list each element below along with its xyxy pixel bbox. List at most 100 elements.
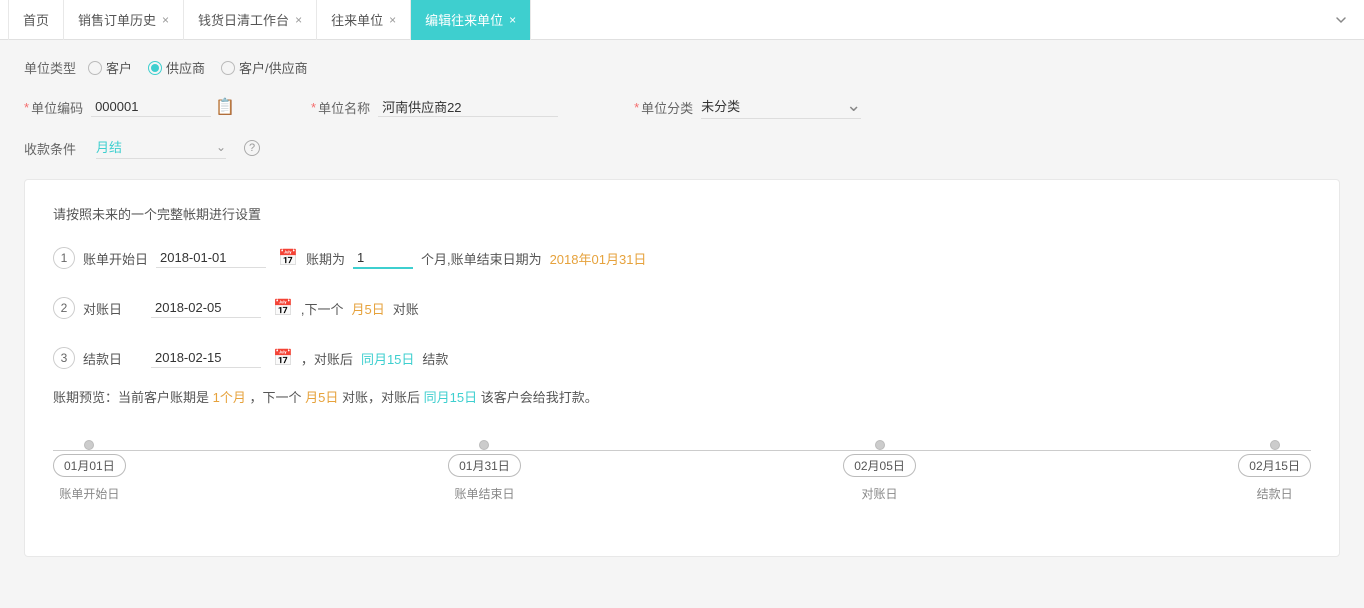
preview-sep1: ，下一个 [250, 390, 302, 405]
tab-cash-work-label: 钱货日清工作台 [198, 10, 289, 29]
timeline-items: 01月01日 账单开始日 01月31日 账单结束日 02月05日 对账日 [53, 440, 1311, 502]
calendar-icon-3[interactable]: 📅 [273, 348, 293, 368]
radio-supplier-label: 供应商 [166, 58, 205, 77]
tabs-bar: 首页 销售订单历史 × 钱货日清工作台 × 往来单位 × 编辑往来单位 × [0, 0, 1364, 40]
step-period-num[interactable] [353, 248, 413, 269]
timeline-badge-2: 02月05日 [843, 454, 916, 477]
payment-condition-select[interactable]: 月结 ⌄ [96, 137, 226, 159]
step-num-1: 1 [53, 247, 75, 269]
timeline-item-2: 02月05日 对账日 [843, 440, 916, 502]
close-cash-work[interactable]: × [295, 14, 302, 26]
tabs-expand-button[interactable] [1326, 13, 1356, 27]
step-num-2: 2 [53, 297, 75, 319]
section-instruction: 请按照未来的一个完整帐期进行设置 [53, 204, 1311, 223]
timeline-item-1: 01月31日 账单结束日 [448, 440, 521, 502]
unit-name-group: * 单位名称 [311, 97, 558, 117]
page-content: 单位类型 客户 供应商 客户/供应商 * 单位编码 📋 * 单位名称 [0, 40, 1364, 608]
step-date-1[interactable] [156, 248, 266, 268]
timeline-item-3: 02月15日 结款日 [1238, 440, 1311, 502]
payment-condition-value: 月结 [96, 137, 216, 156]
period-settings-section: 请按照未来的一个完整帐期进行设置 1 账单开始日 📅 账期为 个月,账单结束日期… [24, 179, 1340, 557]
step-row-2: 2 对账日 📅 ,下一个 月5日 对账 [53, 297, 1311, 319]
timeline-dot-1 [479, 440, 489, 450]
timeline-dot-0 [84, 440, 94, 450]
tab-sales-history-label: 销售订单历史 [78, 10, 156, 29]
radio-customer-label: 客户 [106, 58, 132, 77]
close-partners[interactable]: × [389, 14, 396, 26]
close-sales-history[interactable]: × [162, 14, 169, 26]
tab-home[interactable]: 首页 [8, 0, 64, 40]
unit-name-star: * [311, 100, 316, 115]
step-1-end-date: 2018年01月31日 [550, 249, 647, 268]
unit-type-row: 单位类型 客户 供应商 客户/供应商 [24, 58, 1340, 77]
unit-category-label: 单位分类 [641, 98, 693, 117]
unit-name-label: 单位名称 [318, 98, 370, 117]
step-num-3: 3 [53, 347, 75, 369]
step-1-suffix: 个月,账单结束日期为 [421, 249, 542, 268]
unit-category-group: * 单位分类 未分类 ⌄ [634, 95, 861, 119]
step-label-3: 结款日 [83, 349, 143, 368]
timeline-badge-1: 01月31日 [448, 454, 521, 477]
timeline-badge-3: 02月15日 [1238, 454, 1311, 477]
calendar-icon-2[interactable]: 📅 [273, 298, 293, 318]
preview-end: 该客户会给我打款。 [481, 390, 598, 405]
unit-category-value: 未分类 [701, 96, 846, 115]
unit-code-group: * 单位编码 📋 [24, 97, 235, 117]
unit-type-radio-group: 客户 供应商 客户/供应商 [88, 58, 308, 77]
step-3-suffix: 结款 [422, 349, 448, 368]
unit-code-label: 单位编码 [31, 98, 83, 117]
timeline-sublabel-0: 账单开始日 [59, 485, 119, 502]
step-1-extra-label: 账期为 [306, 249, 345, 268]
timeline-sublabel-1: 账单结束日 [454, 485, 514, 502]
preview-3: 同月15日 [424, 390, 477, 405]
payment-condition-chevron[interactable]: ⌄ [216, 140, 226, 154]
step-row-1: 1 账单开始日 📅 账期为 个月,账单结束日期为 2018年01月31日 [53, 247, 1311, 269]
timeline: 01月01日 账单开始日 01月31日 账单结束日 02月05日 对账日 [53, 430, 1311, 532]
payment-condition-row: 收款条件 月结 ⌄ ? [24, 137, 1340, 159]
timeline-dot-2 [875, 440, 885, 450]
step-date-2[interactable] [151, 298, 261, 318]
calendar-icon-1[interactable]: 📅 [278, 248, 298, 268]
step-2-highlight: 月5日 [352, 299, 385, 318]
step-row-3: 3 结款日 📅 ，对账后 同月15日 结款 [53, 347, 1311, 369]
step-label-1: 账单开始日 [83, 249, 148, 268]
unit-fields-row: * 单位编码 📋 * 单位名称 * 单位分类 未分类 ⌄ [24, 95, 1340, 119]
preview-text: 账期预览：当前客户账期是 1个月 ，下一个 月5日 对账，对账后 同月15日 该… [53, 387, 1311, 406]
radio-customer-supplier-circle [221, 61, 235, 75]
unit-type-label: 单位类型 [24, 58, 76, 77]
timeline-item-0: 01月01日 账单开始日 [53, 440, 126, 502]
step-2-prefix: ,下一个 [301, 299, 344, 318]
timeline-dot-3 [1270, 440, 1280, 450]
tab-edit-partner[interactable]: 编辑往来单位 × [411, 0, 531, 40]
tab-cash-work[interactable]: 钱货日清工作台 × [184, 0, 317, 40]
radio-supplier-circle [148, 61, 162, 75]
timeline-sublabel-2: 对账日 [862, 485, 898, 502]
unit-name-input[interactable] [378, 97, 558, 117]
preview-sep2: 对账，对账后 [342, 390, 420, 405]
radio-customer-circle [88, 61, 102, 75]
step-3-highlight: 同月15日 [361, 349, 414, 368]
preview-label: 账期预览：当前客户账期是 [53, 390, 209, 405]
step-3-prefix: ，对账后 [301, 349, 353, 368]
unit-category-select[interactable]: 未分类 ⌄ [701, 95, 861, 119]
unit-category-star: * [634, 100, 639, 115]
tab-sales-history[interactable]: 销售订单历史 × [64, 0, 184, 40]
step-label-2: 对账日 [83, 299, 143, 318]
copy-icon[interactable]: 📋 [215, 97, 235, 117]
timeline-sublabel-3: 结款日 [1257, 485, 1293, 502]
radio-customer-supplier[interactable]: 客户/供应商 [221, 58, 308, 77]
help-icon[interactable]: ? [244, 140, 260, 156]
step-date-3[interactable] [151, 348, 261, 368]
radio-customer-supplier-label: 客户/供应商 [239, 58, 308, 77]
unit-code-input[interactable] [91, 97, 211, 117]
preview-1: 1个月 [213, 390, 246, 405]
tab-edit-partner-label: 编辑往来单位 [425, 10, 503, 29]
unit-category-chevron[interactable]: ⌄ [846, 95, 861, 116]
radio-supplier[interactable]: 供应商 [148, 58, 205, 77]
tab-home-label: 首页 [23, 10, 49, 29]
radio-customer[interactable]: 客户 [88, 58, 132, 77]
tab-partners[interactable]: 往来单位 × [317, 0, 411, 40]
close-edit-partner[interactable]: × [509, 14, 516, 26]
payment-condition-label: 收款条件 [24, 139, 76, 158]
tab-partners-label: 往来单位 [331, 10, 383, 29]
